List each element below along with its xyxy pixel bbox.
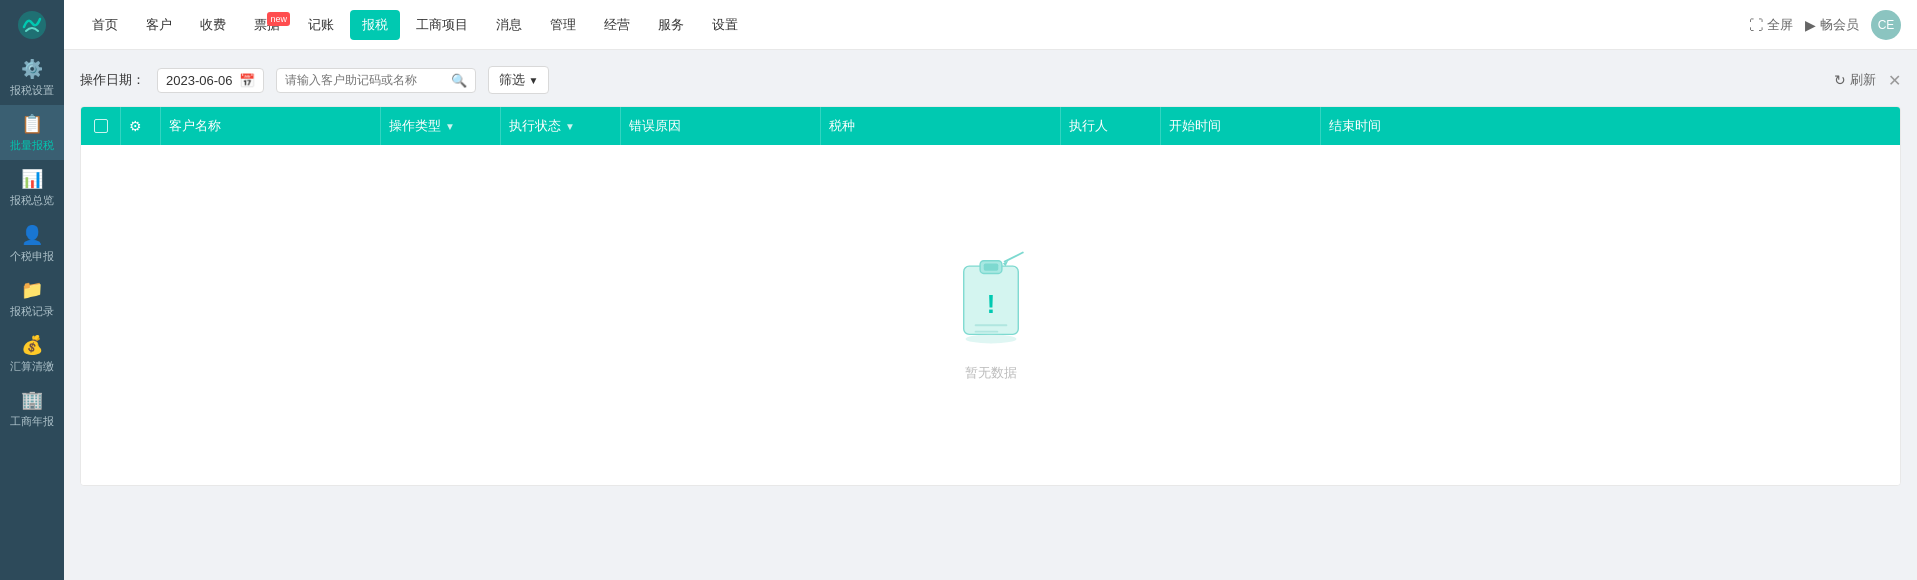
member-label: 畅会员 [1820, 16, 1859, 34]
th-label: 客户名称 [169, 117, 221, 135]
th-checkbox[interactable] [81, 107, 121, 145]
filter-icon[interactable]: ▼ [445, 121, 455, 132]
nav-item-kehu[interactable]: 客户 [134, 10, 184, 40]
search-icon: 🔍 [451, 73, 467, 88]
empty-text: 暂无数据 [965, 364, 1017, 382]
sidebar-item-label: 报税设置 [10, 84, 54, 97]
baoshui-shezhi-icon: ⚙️ [21, 58, 43, 80]
nav-item-jizhang[interactable]: 记账 [296, 10, 346, 40]
sidebar-item-label: 报税总览 [10, 194, 54, 207]
sidebar-item-label: 工商年报 [10, 415, 54, 428]
fullscreen-button[interactable]: ⛶ 全屏 [1749, 16, 1793, 34]
nav-item-baoshui[interactable]: 报税 [350, 10, 400, 40]
sidebar-item-label: 批量报税 [10, 139, 54, 152]
gongshang-nianbao-icon: 🏢 [21, 389, 43, 411]
new-badge: new [267, 12, 290, 26]
sidebar-item-huisuan-jiaona[interactable]: 💰 汇算清缴 [0, 326, 64, 381]
filter-label: 筛选 [499, 71, 525, 89]
nav-item-fuwu[interactable]: 服务 [646, 10, 696, 40]
th-settings: ⚙ [121, 107, 161, 145]
piliang-baoshui-icon: 📋 [21, 113, 43, 135]
nav-item-jingying[interactable]: 经营 [592, 10, 642, 40]
date-value: 2023-06-06 [166, 73, 233, 88]
empty-illustration: ! [946, 248, 1036, 348]
th-label: 结束时间 [1329, 117, 1381, 135]
sidebar-item-label: 汇算清缴 [10, 360, 54, 373]
sidebar-item-label: 报税记录 [10, 305, 54, 318]
toolbar: 操作日期： 2023-06-06 📅 🔍 筛选 ▼ ↻ 刷新 ✕ [80, 66, 1901, 94]
th-jieshu-shijian: 结束时间 [1321, 107, 1481, 145]
nav-item-gongshang-xiangmu[interactable]: 工商项目 [404, 10, 480, 40]
nav-item-shoufei[interactable]: 收费 [188, 10, 238, 40]
th-label: 开始时间 [1169, 117, 1221, 135]
th-cuowu-yuanyin: 错误原因 [621, 107, 821, 145]
table-body: ! 暂无数据 [81, 145, 1900, 485]
filter-icon[interactable]: ▼ [565, 121, 575, 132]
sidebar-item-gongshang-nianbao[interactable]: 🏢 工商年报 [0, 381, 64, 436]
nav-item-shezhi[interactable]: 设置 [700, 10, 750, 40]
baoshui-zonglang-icon: 📊 [21, 168, 43, 190]
sidebar: ⚙️ 报税设置 📋 批量报税 📊 报税总览 👤 个税申报 📁 报税记录 💰 汇算… [0, 0, 64, 580]
sidebar-item-baoshui-shezhi[interactable]: ⚙️ 报税设置 [0, 50, 64, 105]
search-input[interactable] [285, 73, 447, 87]
nav-item-shouye[interactable]: 首页 [80, 10, 130, 40]
logo [0, 0, 64, 50]
th-label: 执行状态 [509, 117, 561, 135]
table-header: ⚙ 客户名称 操作类型 ▼ 执行状态 ▼ 错误原因 税种 [81, 107, 1900, 145]
refresh-button[interactable]: ↻ 刷新 [1834, 71, 1876, 89]
select-all-checkbox[interactable] [94, 119, 108, 133]
nav-item-piaoju[interactable]: 票据 new [242, 10, 292, 40]
svg-text:!: ! [986, 290, 994, 318]
th-caozuo-leixing: 操作类型 ▼ [381, 107, 501, 145]
topnav-right: ⛶ 全屏 ▶ 畅会员 CE [1749, 10, 1901, 40]
svg-rect-3 [983, 263, 998, 270]
th-zhixing-zhuangtai: 执行状态 ▼ [501, 107, 621, 145]
settings-icon[interactable]: ⚙ [129, 118, 142, 134]
sidebar-item-geshui-shenbao[interactable]: 👤 个税申报 [0, 216, 64, 271]
member-icon: ▶ [1805, 17, 1816, 33]
th-label: 税种 [829, 117, 855, 135]
fullscreen-icon: ⛶ [1749, 17, 1763, 33]
chevron-down-icon: ▼ [529, 75, 539, 86]
refresh-icon: ↻ [1834, 72, 1846, 88]
th-shuizhong: 税种 [821, 107, 1061, 145]
svg-point-9 [965, 334, 1016, 343]
calendar-icon: 📅 [239, 73, 255, 88]
huisuan-jiaona-icon: 💰 [21, 334, 43, 356]
svg-line-7 [1004, 253, 1022, 262]
empty-state: ! 暂无数据 [906, 208, 1076, 422]
member-button[interactable]: ▶ 畅会员 [1805, 16, 1859, 34]
th-zhixingren: 执行人 [1061, 107, 1161, 145]
refresh-label: 刷新 [1850, 71, 1876, 89]
geshui-shenbao-icon: 👤 [21, 224, 43, 246]
sidebar-item-piliang-baoshui[interactable]: 📋 批量报税 [0, 105, 64, 160]
sidebar-item-baoshui-jilu[interactable]: 📁 报税记录 [0, 271, 64, 326]
th-label: 执行人 [1069, 117, 1108, 135]
nav-item-guanli[interactable]: 管理 [538, 10, 588, 40]
toolbar-right: ↻ 刷新 ✕ [1834, 71, 1901, 90]
topnav: 首页 客户 收费 票据 new 记账 报税 工商项目 消息 管理 经营 服务 设… [64, 0, 1917, 50]
fullscreen-label: 全屏 [1767, 16, 1793, 34]
main-content: 首页 客户 收费 票据 new 记账 报税 工商项目 消息 管理 经营 服务 设… [64, 0, 1917, 580]
th-label: 错误原因 [629, 117, 681, 135]
nav-item-xiaoxi[interactable]: 消息 [484, 10, 534, 40]
page-main: 操作日期： 2023-06-06 📅 🔍 筛选 ▼ ↻ 刷新 ✕ [64, 50, 1917, 580]
th-kaishi-shijian: 开始时间 [1161, 107, 1321, 145]
date-picker[interactable]: 2023-06-06 📅 [157, 68, 264, 93]
search-box: 🔍 [276, 68, 476, 93]
close-button[interactable]: ✕ [1888, 71, 1901, 90]
table-container: ⚙ 客户名称 操作类型 ▼ 执行状态 ▼ 错误原因 税种 [80, 106, 1901, 486]
sidebar-item-baoshui-zonglang[interactable]: 📊 报税总览 [0, 160, 64, 215]
th-kehu-mingcheng: 客户名称 [161, 107, 381, 145]
avatar[interactable]: CE [1871, 10, 1901, 40]
th-label: 操作类型 [389, 117, 441, 135]
sidebar-item-label: 个税申报 [10, 250, 54, 263]
filter-button[interactable]: 筛选 ▼ [488, 66, 550, 94]
baoshui-jilu-icon: 📁 [21, 279, 43, 301]
date-label: 操作日期： [80, 71, 145, 89]
